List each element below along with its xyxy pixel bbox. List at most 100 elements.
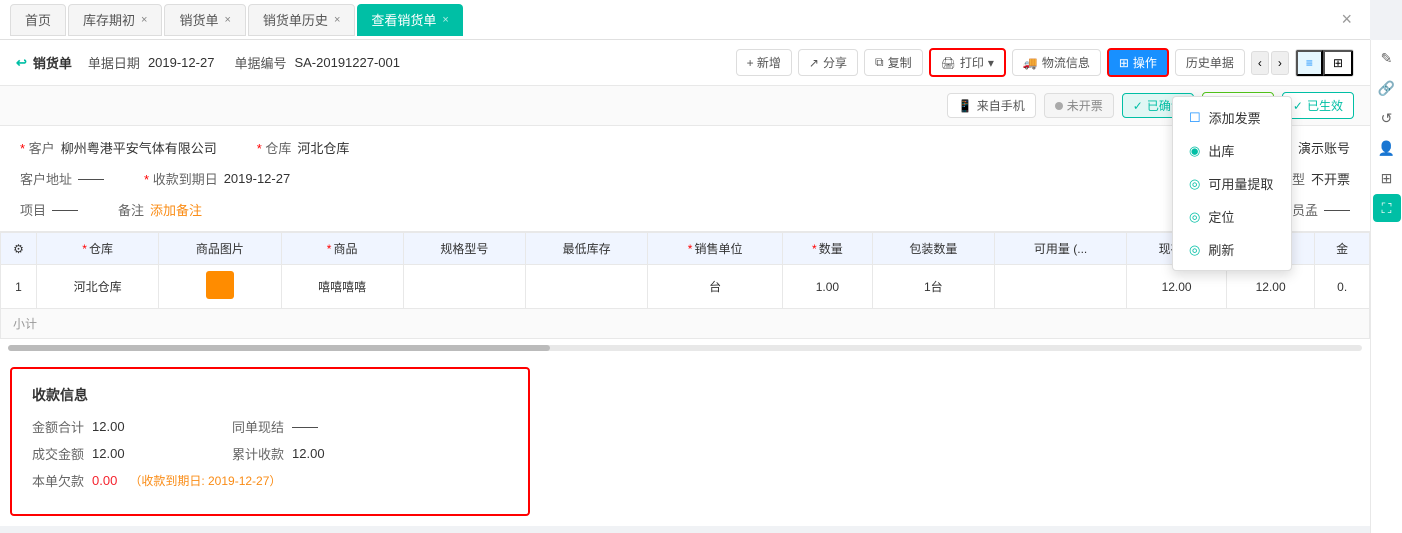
add-remark-button[interactable]: 添加备注: [150, 200, 202, 219]
project-value: ——: [52, 202, 78, 217]
close-tab-sales[interactable]: ×: [224, 14, 230, 26]
close-tab-inventory[interactable]: ×: [141, 14, 147, 26]
tab-view-sales[interactable]: 查看销货单 ×: [357, 4, 462, 36]
form-row-3: 项目 —— 备注 添加备注 业务员孟 ——: [20, 200, 1350, 219]
scrollbar-thumb[interactable]: [8, 345, 550, 351]
tab-home[interactable]: 首页: [10, 4, 66, 36]
dropdown-locate[interactable]: ◎ 定位: [1173, 200, 1291, 233]
close-tab-history[interactable]: ×: [334, 14, 340, 26]
dropdown-refresh[interactable]: ◎ 刷新: [1173, 233, 1291, 266]
deal-amount-label: 成交金额: [32, 444, 84, 463]
new-button[interactable]: + 新增: [736, 49, 792, 76]
sidebar-person-icon[interactable]: 👤: [1373, 134, 1401, 162]
subtotal-row: 小计: [1, 309, 1370, 339]
warehouse-value: 河北仓库: [297, 138, 349, 157]
not-open-button[interactable]: 未开票: [1044, 93, 1114, 118]
operate-icon: ⊞: [1119, 56, 1129, 70]
table-scrollbar[interactable]: [0, 339, 1370, 357]
refresh-icon: ◎: [1189, 242, 1200, 258]
balance-field: 本单欠款 0.00 （收款到期日: 2019-12-27）: [32, 471, 508, 490]
doc-meta: 单据日期 2019-12-27 单据编号 SA-20191227-001: [88, 53, 400, 72]
outbound-icon: ◉: [1189, 143, 1200, 159]
col-settings[interactable]: ⚙: [1, 233, 37, 265]
remark-label: 备注: [118, 200, 144, 219]
customer-field: 客户 柳州粤港平安气体有限公司: [20, 138, 217, 157]
close-tab-view[interactable]: ×: [442, 14, 448, 26]
secondary-bar: 📱 来自手机 未开票 ✓ 已确认 ✓ 已核销 ✓ 已生效: [0, 86, 1370, 126]
sidebar-grid-icon[interactable]: ⊞: [1373, 164, 1401, 192]
cell-seq: 1: [1, 265, 37, 309]
print-button[interactable]: 🖨 打印 ▾: [929, 48, 1006, 77]
history-button[interactable]: 历史单据: [1175, 49, 1245, 76]
copy-button[interactable]: ⧉ 复制: [864, 49, 923, 76]
warehouse-field: 仓库 河北仓库: [257, 138, 350, 157]
col-amount: 金: [1315, 233, 1370, 265]
payment-row-1: 金额合计 12.00 同单现结 ——: [32, 417, 508, 436]
remark-field: 备注 添加备注: [118, 200, 202, 219]
print-icon: 🖨: [941, 56, 956, 70]
print-dropdown-arrow[interactable]: ▾: [988, 56, 994, 70]
col-warehouse: *仓库: [37, 233, 159, 265]
next-button[interactable]: ›: [1271, 51, 1289, 75]
same-order-settle-value: ——: [292, 419, 318, 434]
sidebar-link-icon[interactable]: 🔗: [1373, 74, 1401, 102]
deal-amount-value: 12.00: [92, 446, 125, 461]
data-table: ⚙ *仓库 商品图片 *商品 规格型号 最低库存 *销售单位 *数量 包装数量 …: [0, 232, 1370, 339]
col-pack-qty: 包装数量: [872, 233, 994, 265]
dropdown-available-extract[interactable]: ◎ 可用量提取: [1173, 167, 1291, 200]
total-amount-field: 金额合计 12.00: [32, 417, 192, 436]
cell-spec: [403, 265, 525, 309]
cell-min-stock: [526, 265, 648, 309]
available-extract-label: 可用量提取: [1208, 174, 1273, 193]
effective-button[interactable]: ✓ 已生效: [1282, 92, 1354, 119]
logistics-button[interactable]: 🚚 物流信息: [1012, 49, 1101, 76]
same-order-settle-field: 同单现结 ——: [232, 417, 392, 436]
table-section: ⚙ *仓库 商品图片 *商品 规格型号 最低库存 *销售单位 *数量 包装数量 …: [0, 232, 1370, 357]
deal-amount-field: 成交金额 12.00: [32, 444, 192, 463]
view-list-button[interactable]: ≡: [1296, 50, 1323, 76]
nav-arrows: ‹ ›: [1251, 51, 1289, 75]
total-amount-label: 金额合计: [32, 417, 84, 436]
payment-row-2: 成交金额 12.00 累计收款 12.00: [32, 444, 508, 463]
dropdown-menu: ☐ 添加发票 ◉ 出库 ◎ 可用量提取 ◎ 定位 ◎ 刷新: [1172, 96, 1292, 271]
horizontal-scrollbar[interactable]: [8, 345, 1362, 351]
salesperson-value: ——: [1324, 202, 1350, 217]
view-grid-button[interactable]: ⊞: [1323, 50, 1353, 76]
effective-check-icon: ✓: [1293, 99, 1303, 113]
sidebar-refresh-icon[interactable]: ↺: [1373, 104, 1401, 132]
form-row-2: 客户地址 —— 收款到期日 2019-12-27 票据类型 不开票: [20, 169, 1350, 188]
doc-type-icon: ↩: [16, 55, 27, 71]
due-date-value: 2019-12-27: [224, 171, 291, 186]
operate-button[interactable]: ⊞ 操作: [1107, 48, 1169, 77]
payment-info: 收款信息 金额合计 12.00 同单现结 —— 成交金额 12.00 累计收款: [10, 367, 530, 516]
due-date-field: 收款到期日 2019-12-27: [144, 169, 290, 188]
cell-amount: 0.: [1315, 265, 1370, 309]
customer-value: 柳州粤港平安气体有限公司: [61, 138, 217, 157]
col-available: 可用量 (...: [994, 233, 1126, 265]
address-value: ——: [78, 171, 104, 186]
same-order-settle-label: 同单现结: [232, 417, 284, 436]
tab-sales-history[interactable]: 销货单历史 ×: [248, 4, 355, 36]
not-open-icon: [1055, 102, 1063, 110]
col-product: *商品: [281, 233, 403, 265]
from-phone-button[interactable]: 📱 来自手机: [947, 93, 1036, 118]
add-invoice-label: 添加发票: [1209, 108, 1261, 127]
tab-inventory-init[interactable]: 库存期初 ×: [68, 4, 162, 36]
tab-sales-order[interactable]: 销货单 ×: [164, 4, 245, 36]
dropdown-add-invoice[interactable]: ☐ 添加发票: [1173, 101, 1291, 134]
prev-button[interactable]: ‹: [1251, 51, 1269, 75]
sidebar-expand-icon[interactable]: ⛶: [1373, 194, 1401, 222]
cumulative-receipt-field: 累计收款 12.00: [232, 444, 392, 463]
product-image: [206, 271, 234, 299]
available-extract-icon: ◎: [1189, 176, 1200, 192]
dropdown-outbound[interactable]: ◉ 出库: [1173, 134, 1291, 167]
date-label: 单据日期 2019-12-27: [88, 53, 215, 72]
window-close-button[interactable]: ×: [1333, 9, 1360, 30]
warehouse-label: 仓库: [257, 138, 292, 157]
logistics-icon: 🚚: [1023, 56, 1038, 70]
refresh-label: 刷新: [1208, 240, 1234, 259]
share-button[interactable]: ↗ 分享: [798, 49, 858, 76]
sidebar-edit-icon[interactable]: ✎: [1373, 44, 1401, 72]
cumulative-receipt-label: 累计收款: [232, 444, 284, 463]
form-section: 客户 柳州粤港平安气体有限公司 仓库 河北仓库 业务员 演示账号 客户地址 ——…: [0, 126, 1370, 232]
